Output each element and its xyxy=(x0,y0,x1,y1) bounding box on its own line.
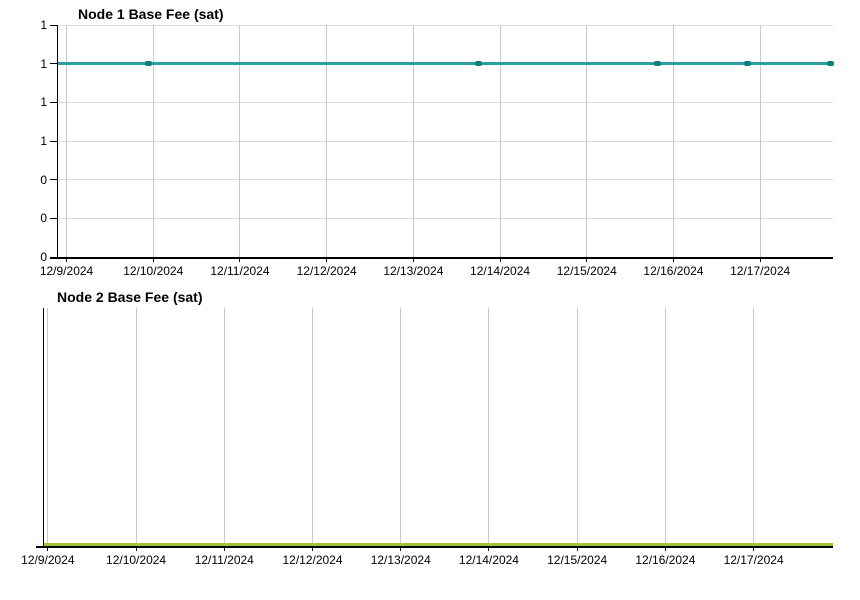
y-axis-tick xyxy=(50,140,57,142)
node1-base-fee-chart: Node 1 Base Fee (sat) 0 0 0 1 1 1 1 12/9/2024 12… xyxy=(0,0,860,283)
series-line xyxy=(57,62,833,66)
h-gridline xyxy=(57,179,833,181)
y-tick-label: 1 xyxy=(40,95,47,110)
h-gridline xyxy=(57,140,833,142)
x-tick-label: 12/15/2024 xyxy=(556,264,617,278)
x-tick-label: 12/9/2024 xyxy=(21,553,75,567)
h-gridline xyxy=(57,217,833,219)
v-gridline xyxy=(759,25,761,257)
x-tick-label: 12/16/2024 xyxy=(643,264,704,278)
y-tick-label: 1 xyxy=(40,56,47,71)
y-tick-label: 0 xyxy=(40,211,47,226)
node1-plot-area xyxy=(57,24,835,257)
y-tick-label: 1 xyxy=(40,18,47,32)
y-axis xyxy=(43,308,44,547)
v-gridline xyxy=(135,308,137,546)
v-gridline xyxy=(488,308,490,546)
series-marker-dot xyxy=(744,61,752,67)
x-tick-label: 12/11/2024 xyxy=(194,553,254,567)
v-gridline xyxy=(66,25,68,257)
node2-chart-title: Node 2 Base Fee (sat) xyxy=(57,289,203,305)
charts-page: Node 1 Base Fee (sat) 0 0 0 1 1 1 1 12/9/2024 12… xyxy=(0,0,860,600)
v-gridline xyxy=(499,25,501,257)
v-gridline xyxy=(753,308,755,546)
v-gridline xyxy=(239,25,241,257)
x-tick-label: 12/12/2024 xyxy=(296,264,357,278)
series-marker-dot xyxy=(827,61,835,67)
v-gridline xyxy=(326,25,328,257)
x-tick-label: 12/13/2024 xyxy=(370,553,431,567)
node2-plot-area xyxy=(43,308,833,546)
x-axis xyxy=(36,546,833,548)
x-tick-label: 12/12/2024 xyxy=(282,553,343,567)
x-tick-label: 12/9/2024 xyxy=(39,264,94,278)
v-gridline xyxy=(47,308,49,546)
x-tick-label: 12/16/2024 xyxy=(635,553,696,567)
y-axis-tick xyxy=(50,63,57,65)
x-tick-label: 12/17/2024 xyxy=(730,264,791,278)
y-axis-tick xyxy=(50,24,57,26)
y-axis xyxy=(57,25,58,258)
series-marker-dot xyxy=(653,61,661,67)
v-gridline xyxy=(586,25,588,257)
v-gridline xyxy=(400,308,402,546)
v-gridline xyxy=(412,25,414,257)
v-gridline xyxy=(664,308,666,546)
x-tick-label: 12/10/2024 xyxy=(106,553,167,567)
h-gridline xyxy=(57,101,833,103)
v-gridline xyxy=(152,25,154,257)
x-tick-label: 12/15/2024 xyxy=(547,553,608,567)
h-gridline xyxy=(57,24,833,26)
node2-base-fee-chart: Node 2 Base Fee (sat) 12/9/2024 12/10/202… xyxy=(0,283,860,600)
y-axis-tick xyxy=(50,101,57,103)
x-tick-label: 12/11/2024 xyxy=(210,264,270,278)
x-axis xyxy=(50,257,833,259)
y-axis-tick xyxy=(50,217,57,219)
node1-chart-title: Node 1 Base Fee (sat) xyxy=(78,6,224,22)
v-gridline xyxy=(672,25,674,257)
x-tick-label: 12/10/2024 xyxy=(123,264,184,278)
y-axis-tick xyxy=(50,179,57,181)
v-gridline xyxy=(223,308,225,546)
series-marker-dot xyxy=(145,61,153,67)
x-tick-label: 12/17/2024 xyxy=(723,553,784,567)
y-tick-label: 1 xyxy=(40,134,47,148)
y-tick-label: 0 xyxy=(40,250,47,264)
y-tick-label: 0 xyxy=(40,172,47,187)
x-tick-label: 12/14/2024 xyxy=(470,264,531,278)
x-tick-label: 12/14/2024 xyxy=(458,553,519,567)
v-gridline xyxy=(312,308,313,546)
x-tick-label: 12/13/2024 xyxy=(383,264,444,278)
series-marker-dot xyxy=(475,61,483,67)
v-gridline xyxy=(576,308,578,546)
